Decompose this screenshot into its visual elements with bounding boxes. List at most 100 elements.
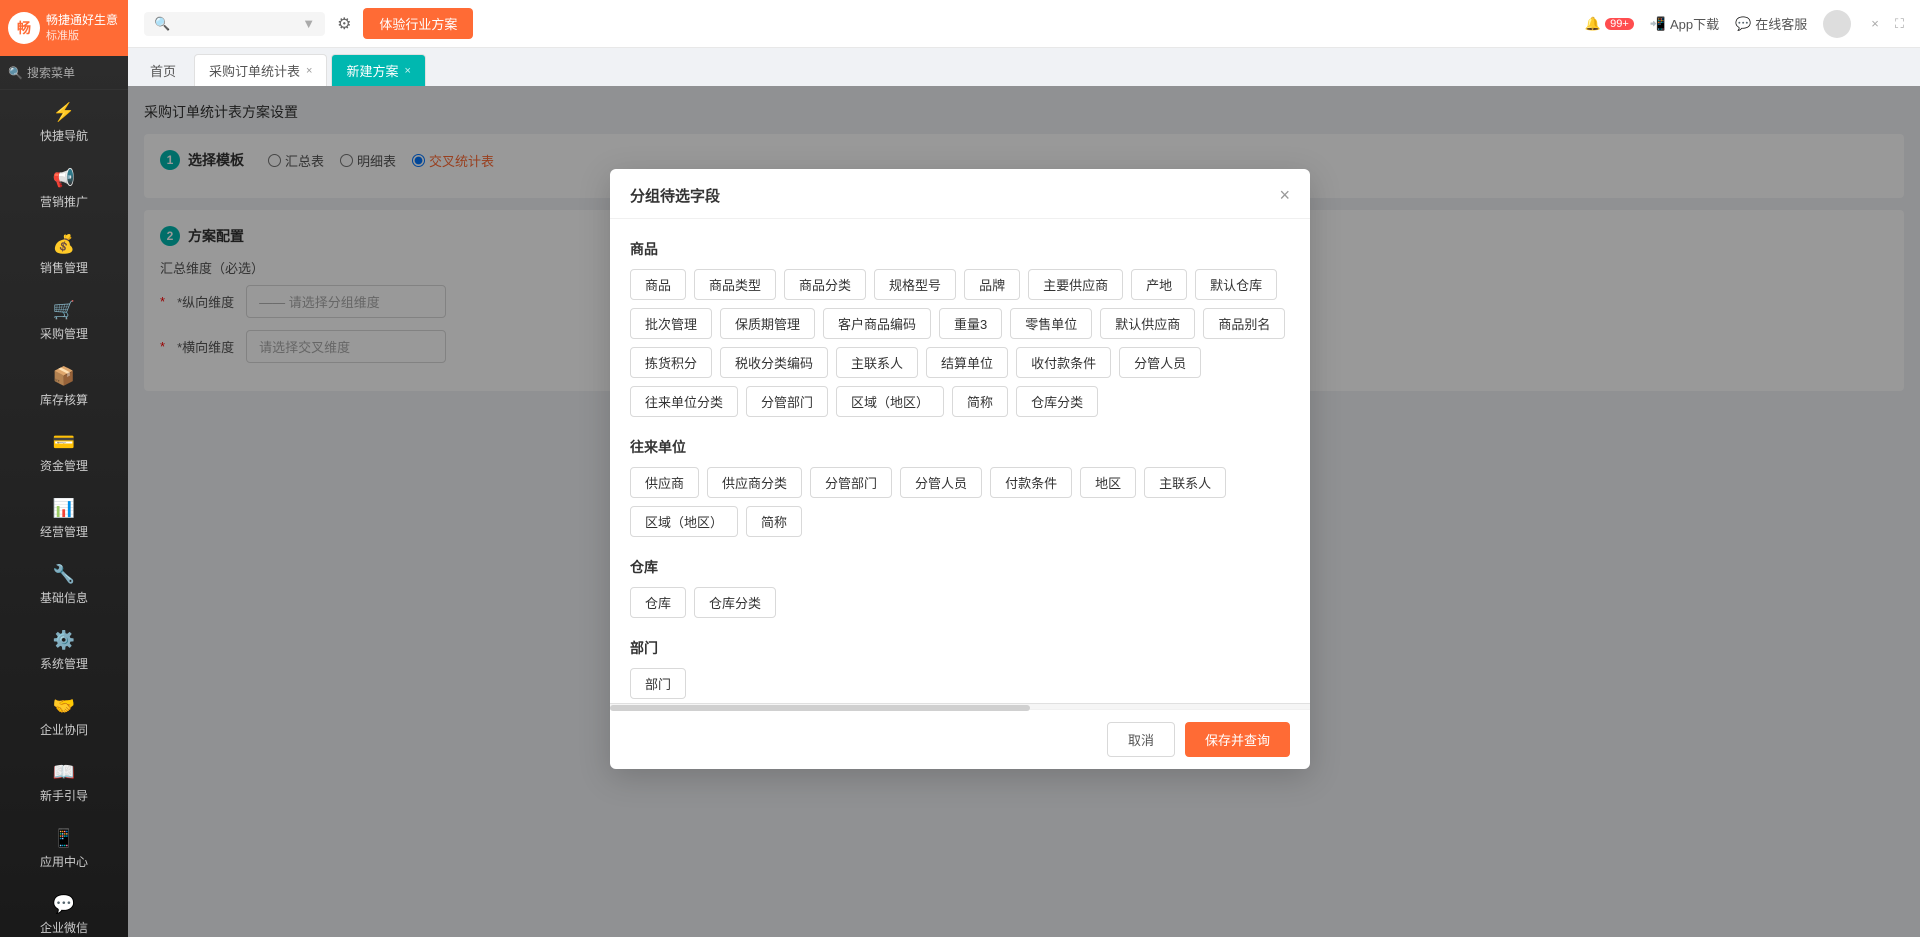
- field-tag[interactable]: 仓库: [630, 587, 686, 618]
- field-tag[interactable]: 分管人员: [900, 467, 982, 498]
- experience-btn[interactable]: 体验行业方案: [363, 8, 473, 39]
- field-tag[interactable]: 主联系人: [836, 347, 918, 378]
- field-tag[interactable]: 品牌: [964, 269, 1020, 300]
- field-tag[interactable]: 分管部门: [810, 467, 892, 498]
- modal-horizontal-scrollbar[interactable]: [610, 703, 1310, 709]
- field-tag[interactable]: 供应商分类: [707, 467, 802, 498]
- field-tag[interactable]: 仓库分类: [694, 587, 776, 618]
- field-tag[interactable]: 客户商品编码: [823, 308, 931, 339]
- logo-text: 畅捷通好生意 标准版: [46, 13, 118, 43]
- sidebar-item-label: 采购管理: [40, 325, 88, 342]
- tab-home[interactable]: 首页: [136, 55, 190, 86]
- sidebar-item-label: 经营管理: [40, 523, 88, 540]
- sidebar-item-basic[interactable]: 🔧 基础信息: [0, 552, 128, 618]
- field-tag[interactable]: 税收分类编码: [720, 347, 828, 378]
- field-tag[interactable]: 收付款条件: [1016, 347, 1111, 378]
- field-tag[interactable]: 批次管理: [630, 308, 712, 339]
- field-tag[interactable]: 简称: [952, 386, 1008, 417]
- modal-close-btn[interactable]: ×: [1279, 185, 1290, 206]
- field-section-department: 部门 部门: [630, 638, 1290, 699]
- notification-item[interactable]: 🔔 99+: [1585, 16, 1634, 32]
- field-tag[interactable]: 商品类型: [694, 269, 776, 300]
- purchase-icon: 🛒: [53, 300, 75, 321]
- field-tag[interactable]: 保质期管理: [720, 308, 815, 339]
- sidebar-logo: 畅 畅捷通好生意 标准版: [0, 0, 128, 56]
- topbar-search-input[interactable]: [176, 16, 296, 31]
- field-tag[interactable]: 主联系人: [1144, 467, 1226, 498]
- field-section-warehouse: 仓库 仓库 仓库分类: [630, 557, 1290, 618]
- field-tag[interactable]: 结算单位: [926, 347, 1008, 378]
- sidebar-item-guide[interactable]: 📖 新手引导: [0, 750, 128, 816]
- sidebar-item-wechat[interactable]: 💬 企业微信: [0, 882, 128, 937]
- modal-confirm-btn[interactable]: 保存并查询: [1185, 722, 1290, 757]
- app-download-item[interactable]: 📲 App下载: [1650, 14, 1719, 33]
- topbar-close-icon[interactable]: ×: [1871, 16, 1879, 31]
- field-tag[interactable]: 往来单位分类: [630, 386, 738, 417]
- topbar: 🔍 ▼ ⚙ 体验行业方案 🔔 99+ 📲 App下载 💬 在线客服 × ⛶: [128, 0, 1920, 48]
- sidebar-item-operation[interactable]: 📊 经营管理: [0, 486, 128, 552]
- topbar-search-box[interactable]: 🔍 ▼: [144, 12, 325, 36]
- field-tag[interactable]: 商品别名: [1203, 308, 1285, 339]
- sidebar: 畅 畅捷通好生意 标准版 🔍 搜索菜单 ⚡ 快捷导航 📢 营销推广 💰 销售管理…: [0, 0, 128, 937]
- field-section-partner: 往来单位 供应商 供应商分类 分管部门 分管人员 付款条件 地区 主联系人 区域…: [630, 437, 1290, 537]
- sales-icon: 💰: [53, 234, 75, 255]
- topbar-search-dropdown-icon[interactable]: ▼: [302, 16, 315, 31]
- sidebar-item-label: 企业协同: [40, 721, 88, 738]
- user-avatar[interactable]: [1823, 10, 1851, 38]
- field-tag[interactable]: 区域（地区）: [836, 386, 944, 417]
- field-tag[interactable]: 默认供应商: [1100, 308, 1195, 339]
- field-tag[interactable]: 商品: [630, 269, 686, 300]
- field-tag[interactable]: 重量3: [939, 308, 1002, 339]
- field-section-product: 商品 商品 商品类型 商品分类 规格型号 品牌 主要供应商 产地 默认仓库 批次…: [630, 239, 1290, 417]
- topbar-gear-icon[interactable]: ⚙: [337, 14, 351, 34]
- topbar-expand-icon[interactable]: ⛶: [1895, 16, 1904, 32]
- sidebar-item-quick-nav[interactable]: ⚡ 快捷导航: [0, 90, 128, 156]
- field-tag[interactable]: 主要供应商: [1028, 269, 1123, 300]
- system-icon: ⚙️: [53, 630, 75, 651]
- tab-label: 新建方案: [346, 61, 398, 80]
- modal-cancel-btn[interactable]: 取消: [1107, 722, 1175, 757]
- inventory-icon: 📦: [53, 366, 75, 387]
- field-tag[interactable]: 简称: [746, 506, 802, 537]
- sidebar-item-inventory[interactable]: 📦 库存核算: [0, 354, 128, 420]
- field-tag[interactable]: 产地: [1131, 269, 1187, 300]
- tab-new-plan[interactable]: 新建方案 ×: [331, 54, 425, 86]
- sidebar-item-finance[interactable]: 💳 资金管理: [0, 420, 128, 486]
- warehouse-section-title: 仓库: [630, 557, 1290, 577]
- field-tag[interactable]: 分管部门: [746, 386, 828, 417]
- sidebar-item-corp[interactable]: 🤝 企业协同: [0, 684, 128, 750]
- product-section-title: 商品: [630, 239, 1290, 259]
- topbar-right: 🔔 99+ 📲 App下载 💬 在线客服 × ⛶: [1585, 10, 1904, 38]
- field-tag[interactable]: 商品分类: [784, 269, 866, 300]
- field-tag[interactable]: 供应商: [630, 467, 699, 498]
- modal-footer: 取消 保存并查询: [610, 709, 1310, 769]
- field-tag[interactable]: 规格型号: [874, 269, 956, 300]
- sidebar-item-label: 系统管理: [40, 655, 88, 672]
- field-tag[interactable]: 地区: [1080, 467, 1136, 498]
- sidebar-item-app[interactable]: 📱 应用中心: [0, 816, 128, 882]
- field-tag[interactable]: 区域（地区）: [630, 506, 738, 537]
- field-tag[interactable]: 默认仓库: [1195, 269, 1277, 300]
- field-tag[interactable]: 分管人员: [1119, 347, 1201, 378]
- finance-icon: 💳: [53, 432, 75, 453]
- tab-close-icon[interactable]: ×: [404, 65, 410, 77]
- field-tag[interactable]: 仓库分类: [1016, 386, 1098, 417]
- sidebar-search[interactable]: 🔍 搜索菜单: [0, 56, 128, 90]
- online-service-item[interactable]: 💬 在线客服: [1735, 14, 1807, 33]
- search-icon: 🔍: [8, 66, 23, 80]
- sidebar-item-purchase[interactable]: 🛒 采购管理: [0, 288, 128, 354]
- field-tag[interactable]: 拣货积分: [630, 347, 712, 378]
- tab-purchase-stat[interactable]: 采购订单统计表 ×: [194, 54, 327, 86]
- sidebar-item-system[interactable]: ⚙️ 系统管理: [0, 618, 128, 684]
- search-label: 搜索菜单: [27, 64, 75, 81]
- field-tag[interactable]: 付款条件: [990, 467, 1072, 498]
- app-download-icon: 📲: [1650, 16, 1666, 32]
- field-tag[interactable]: 部门: [630, 668, 686, 699]
- sidebar-item-sales[interactable]: 💰 销售管理: [0, 222, 128, 288]
- sidebar-item-marketing[interactable]: 📢 营销推广: [0, 156, 128, 222]
- sidebar-item-label: 快捷导航: [40, 127, 88, 144]
- field-tag[interactable]: 零售单位: [1010, 308, 1092, 339]
- wechat-icon: 💬: [53, 894, 75, 915]
- tab-close-icon[interactable]: ×: [306, 65, 312, 77]
- app-icon: 📱: [53, 828, 75, 849]
